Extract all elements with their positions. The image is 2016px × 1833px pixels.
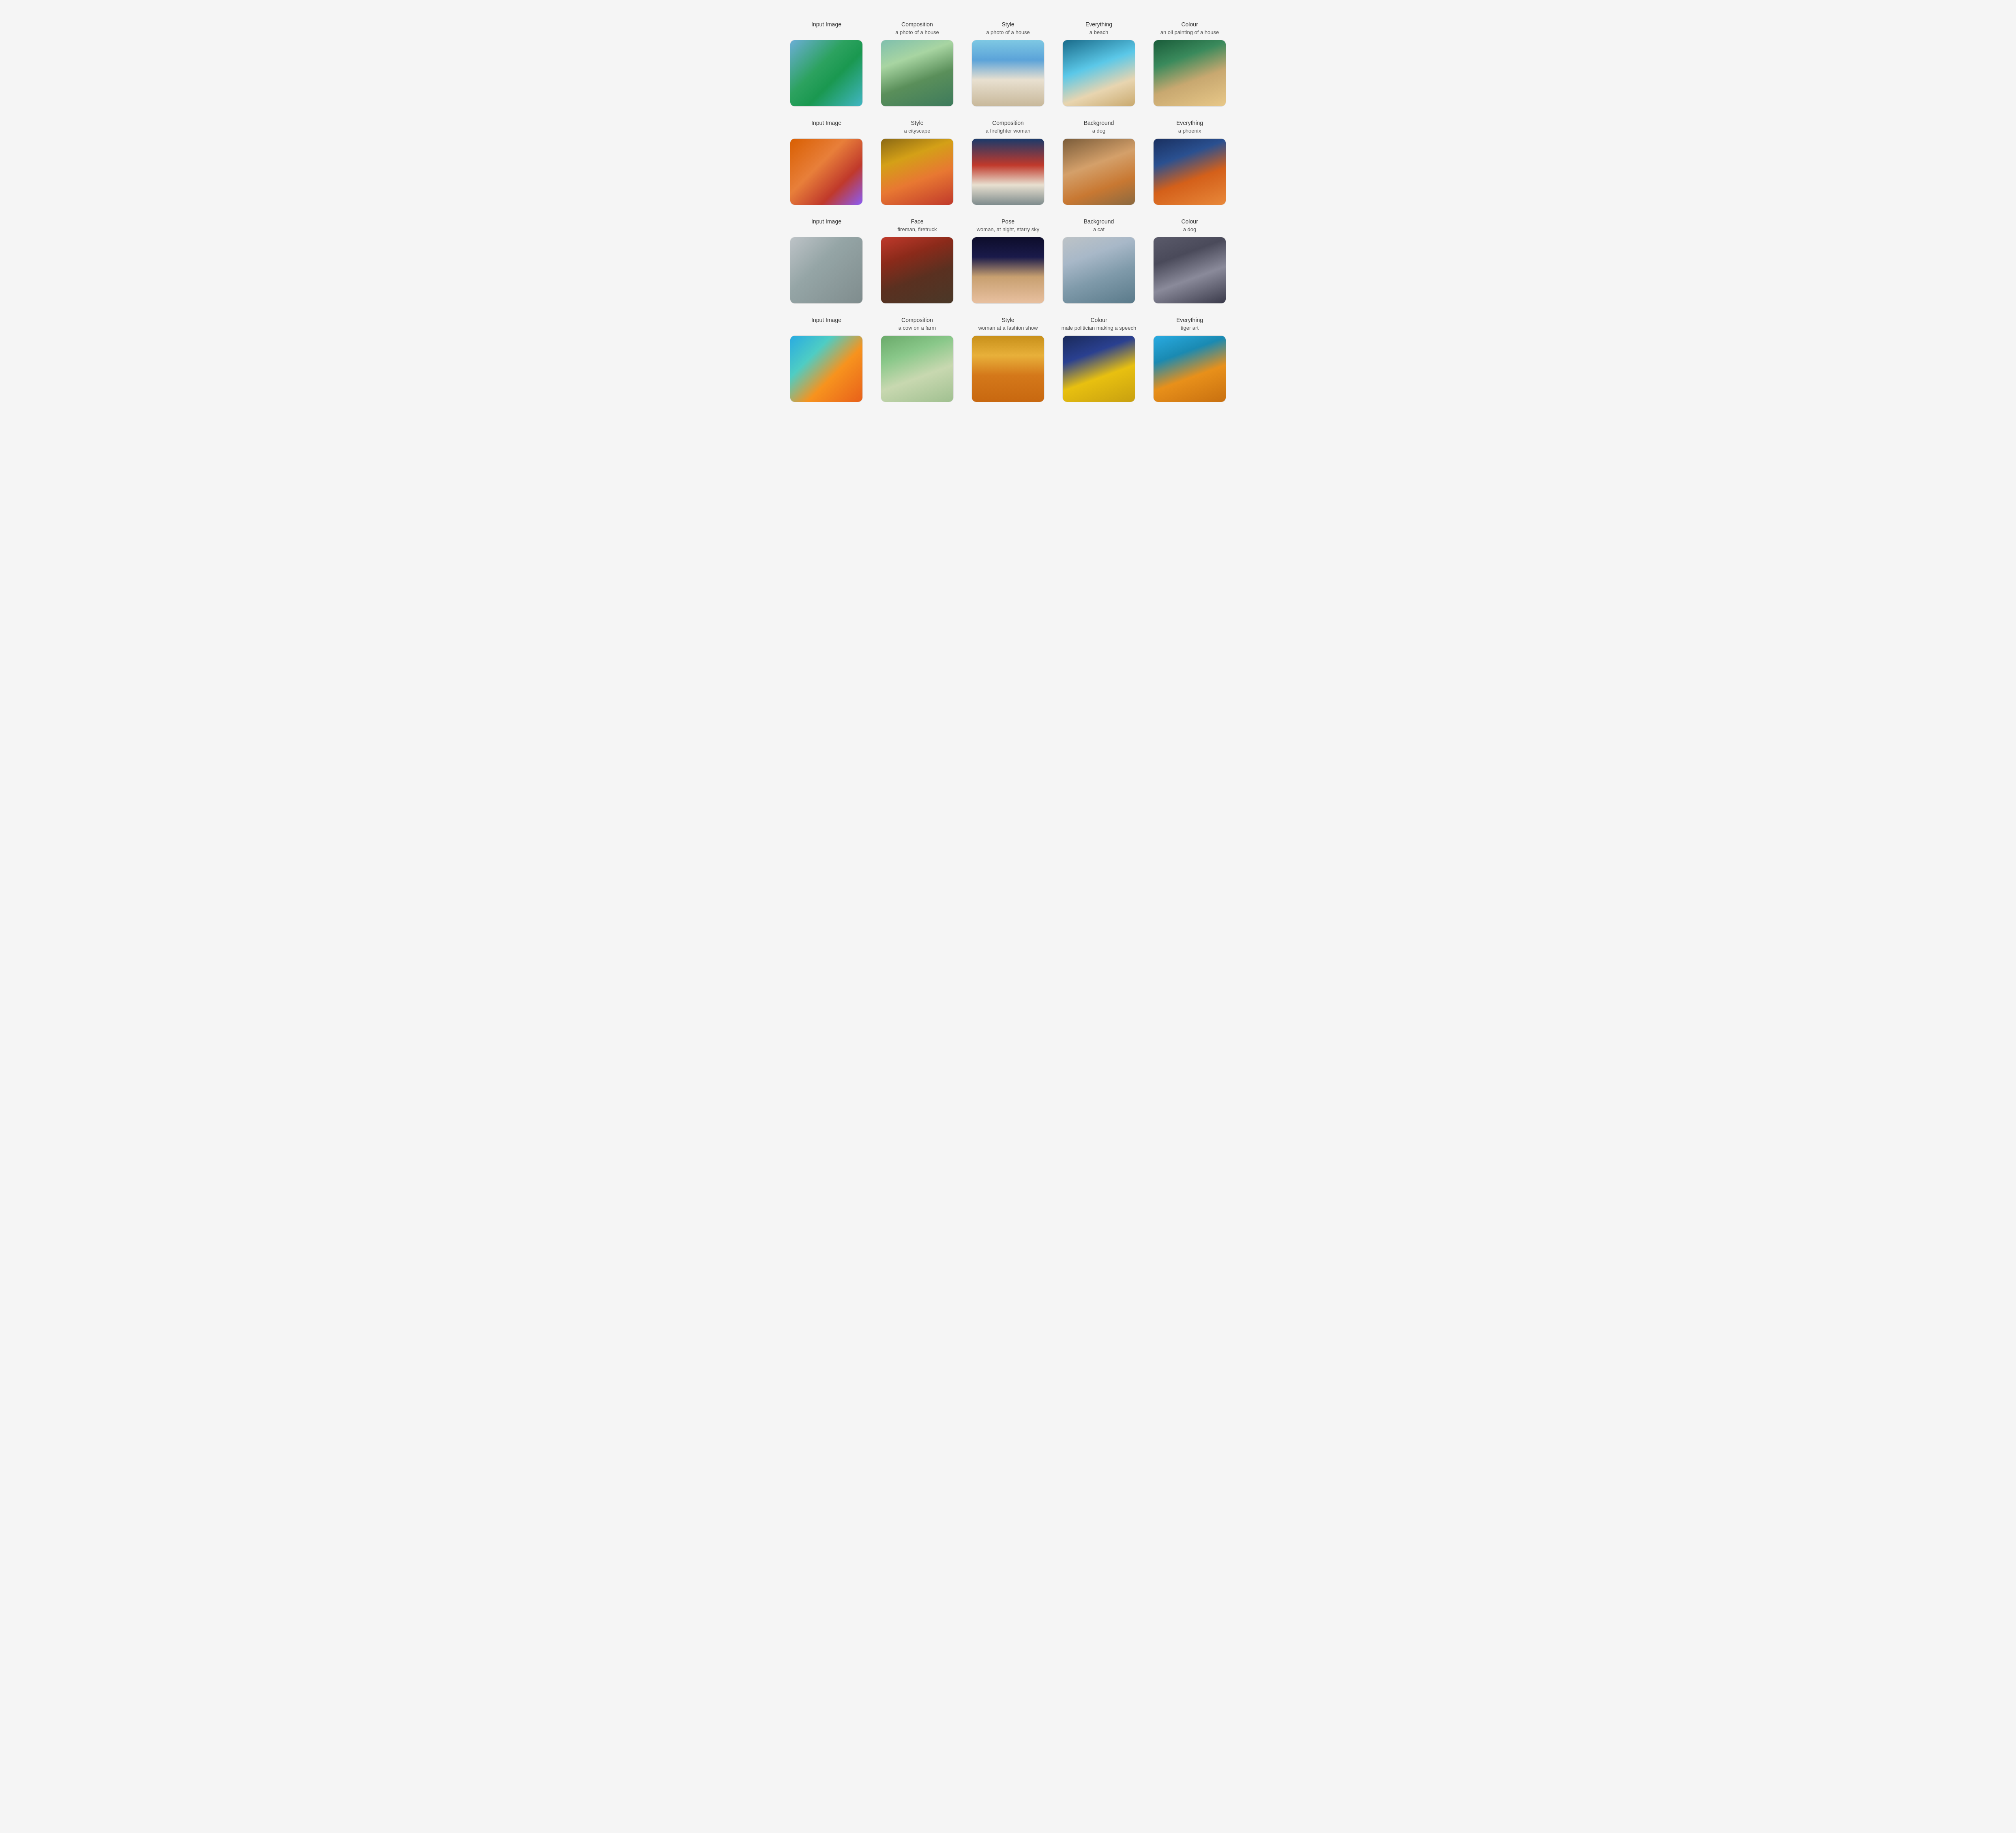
cell-r2c3: Composition a firefighter woman	[963, 115, 1053, 213]
cell-label-r3c2: Face	[911, 218, 923, 225]
image-box-r1c1[interactable]	[790, 40, 863, 107]
image-r1c3	[972, 40, 1044, 106]
cell-sublabel-r1c4: a beach	[1089, 29, 1108, 36]
image-r2c3	[972, 139, 1044, 205]
image-r2c5	[1154, 139, 1226, 205]
cell-r1c3: Stylea photo of a house	[963, 16, 1053, 115]
cell-sublabel-r3c4: a cat	[1093, 226, 1105, 234]
cell-label-r3c5: Colour	[1181, 218, 1198, 225]
cell-label-r1c3: Style	[1002, 21, 1014, 28]
cell-r3c2: Facefireman, firetruck	[872, 213, 963, 312]
cell-r4c1: Input Image	[781, 312, 872, 410]
image-box-r2c3[interactable]	[972, 138, 1044, 205]
cell-label-r4c4: Colour	[1090, 317, 1107, 323]
image-r2c1	[790, 139, 862, 205]
cell-sublabel-r2c2: a cityscape	[904, 128, 930, 135]
image-r2c4	[1063, 139, 1135, 205]
cell-label-r1c5: Colour	[1181, 21, 1198, 28]
cell-r3c1: Input Image	[781, 213, 872, 312]
image-box-r1c4[interactable]	[1062, 40, 1135, 107]
cell-label-r4c2: Composition	[901, 317, 933, 323]
cell-label-r2c4: Background	[1084, 120, 1114, 126]
cell-label-r1c4: Everything	[1085, 21, 1112, 28]
image-box-r4c1[interactable]	[790, 335, 863, 402]
cell-label-r3c3: Pose	[1002, 218, 1014, 225]
main-grid: Input ImageCompositiona photo of a house…	[781, 16, 1235, 410]
image-box-r2c4[interactable]	[1062, 138, 1135, 205]
image-box-r1c2[interactable]	[881, 40, 954, 107]
image-r3c4	[1063, 237, 1135, 303]
image-r4c3	[972, 336, 1044, 402]
cell-r4c4: Colour male politician making a speech	[1053, 312, 1144, 410]
image-r2c2	[881, 139, 953, 205]
cell-label-r4c1: Input Image	[811, 317, 841, 323]
cell-label-r4c3: Style	[1002, 317, 1014, 323]
image-r1c2	[881, 40, 953, 106]
image-r3c3	[972, 237, 1044, 303]
image-box-r3c5[interactable]	[1153, 237, 1226, 304]
image-r1c4	[1063, 40, 1135, 106]
cell-r3c5: Coloura dog	[1144, 213, 1235, 312]
image-box-r4c2[interactable]	[881, 335, 954, 402]
image-box-r2c2[interactable]	[881, 138, 954, 205]
image-r1c1	[790, 40, 862, 106]
image-box-r3c1[interactable]	[790, 237, 863, 304]
cell-r4c2: Composition a cow on a farm	[872, 312, 963, 410]
image-r4c4	[1063, 336, 1135, 402]
cell-r1c5: Colouran oil painting of a house	[1144, 16, 1235, 115]
cell-r1c1: Input Image	[781, 16, 872, 115]
image-box-r4c3[interactable]	[972, 335, 1044, 402]
image-box-r4c4[interactable]	[1062, 335, 1135, 402]
cell-label-r1c1: Input Image	[811, 21, 841, 28]
cell-sublabel-r3c2: fireman, firetruck	[898, 226, 937, 234]
image-r3c5	[1154, 237, 1226, 303]
cell-sublabel-r2c4: a dog	[1092, 128, 1106, 135]
cell-label-r2c1: Input Image	[811, 120, 841, 126]
image-r4c2	[881, 336, 953, 402]
cell-sublabel-r1c3: a photo of a house	[986, 29, 1030, 36]
image-r1c5	[1154, 40, 1226, 106]
cell-sublabel-r4c2: a cow on a farm	[899, 325, 936, 332]
image-box-r3c2[interactable]	[881, 237, 954, 304]
cell-r3c4: Backgrounda cat	[1053, 213, 1144, 312]
cell-label-r2c5: Everything	[1176, 120, 1203, 126]
cell-r2c5: Everything a phoenix	[1144, 115, 1235, 213]
image-r4c5	[1154, 336, 1226, 402]
cell-label-r1c2: Composition	[901, 21, 933, 28]
image-box-r1c5[interactable]	[1153, 40, 1226, 107]
image-box-r4c5[interactable]	[1153, 335, 1226, 402]
cell-r4c3: Style woman at a fashion show	[963, 312, 1053, 410]
cell-sublabel-r1c2: a photo of a house	[895, 29, 939, 36]
image-box-r2c1[interactable]	[790, 138, 863, 205]
image-r3c2	[881, 237, 953, 303]
cell-label-r2c2: Style	[911, 120, 923, 126]
image-r4c1	[790, 336, 862, 402]
cell-sublabel-r2c5: a phoenix	[1178, 128, 1201, 135]
cell-sublabel-r4c3: woman at a fashion show	[978, 325, 1038, 332]
cell-sublabel-r3c3: woman, at night, starry sky	[977, 226, 1040, 234]
cell-r3c3: Posewoman, at night, starry sky	[963, 213, 1053, 312]
cell-sublabel-r1c5: an oil painting of a house	[1160, 29, 1219, 36]
cell-label-r3c4: Background	[1084, 218, 1114, 225]
cell-label-r4c5: Everything	[1176, 317, 1203, 323]
cell-r2c2: Style a cityscape	[872, 115, 963, 213]
image-box-r3c4[interactable]	[1062, 237, 1135, 304]
image-r3c1	[790, 237, 862, 303]
cell-sublabel-r4c4: male politician making a speech	[1062, 325, 1136, 332]
cell-r2c4: Background a dog	[1053, 115, 1144, 213]
cell-r4c5: Everything tiger art	[1144, 312, 1235, 410]
cell-label-r3c1: Input Image	[811, 218, 841, 225]
cell-sublabel-r3c5: a dog	[1183, 226, 1197, 234]
image-box-r3c3[interactable]	[972, 237, 1044, 304]
cell-sublabel-r4c5: tiger art	[1181, 325, 1199, 332]
cell-r1c2: Compositiona photo of a house	[872, 16, 963, 115]
cell-sublabel-r2c3: a firefighter woman	[986, 128, 1031, 135]
cell-r1c4: Everythinga beach	[1053, 16, 1144, 115]
image-box-r2c5[interactable]	[1153, 138, 1226, 205]
cell-r2c1: Input Image	[781, 115, 872, 213]
image-box-r1c3[interactable]	[972, 40, 1044, 107]
cell-label-r2c3: Composition	[992, 120, 1024, 126]
